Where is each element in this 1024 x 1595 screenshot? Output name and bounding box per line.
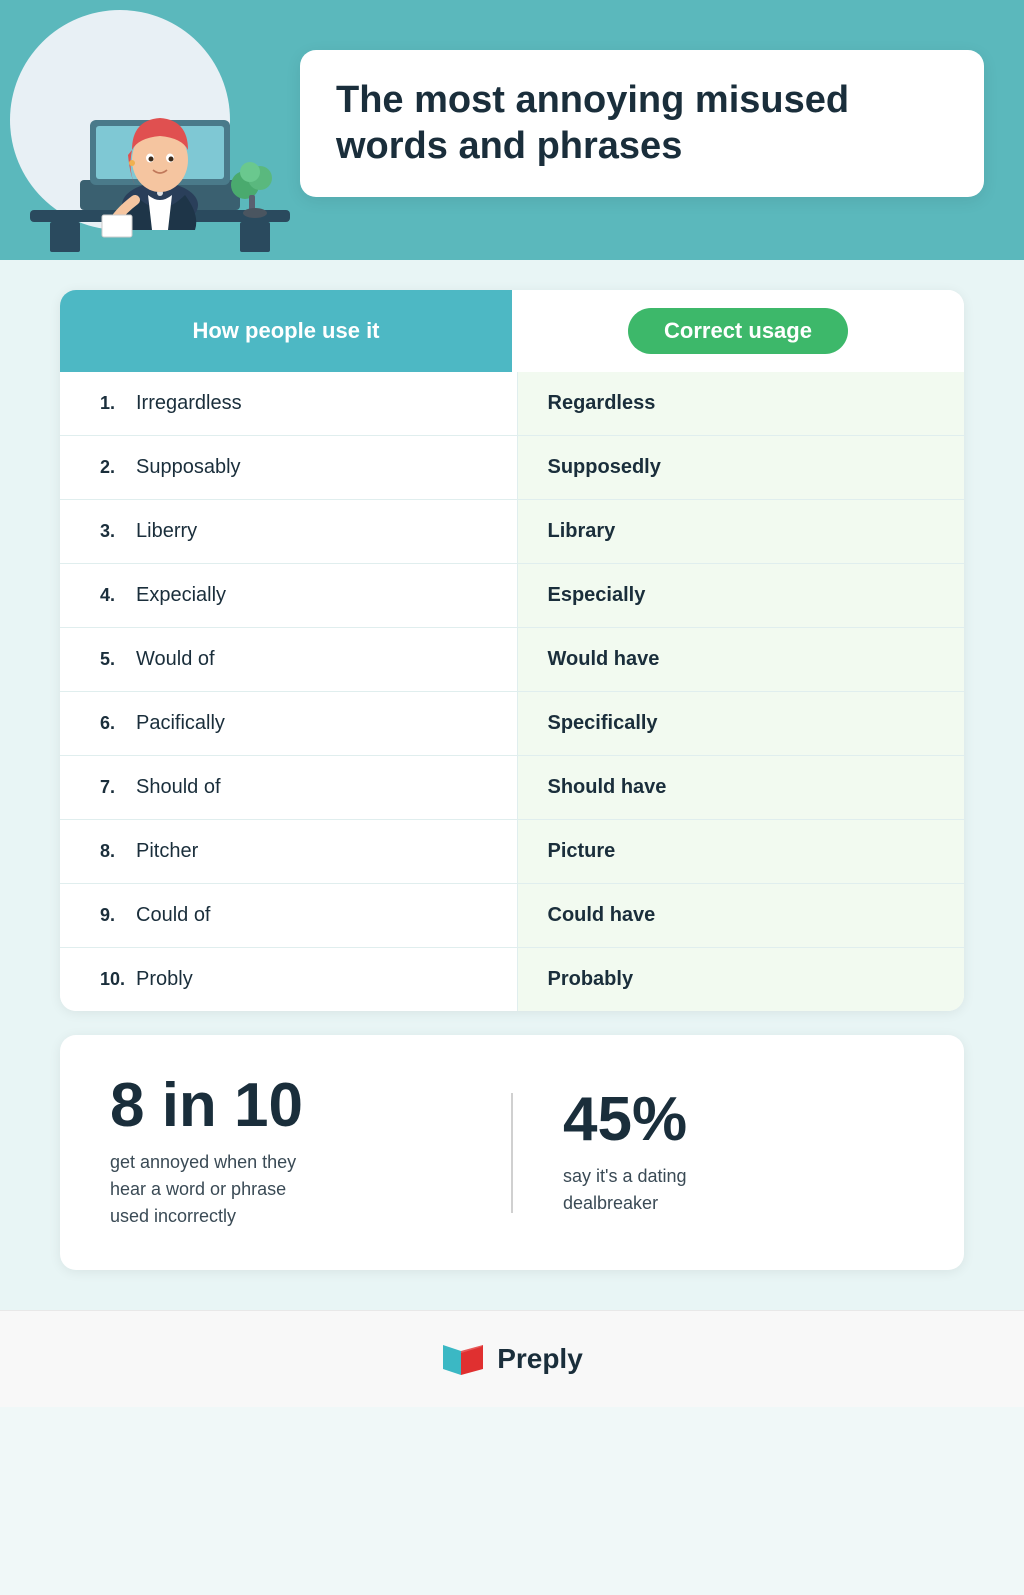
table-row: 7. Should of Should have — [60, 756, 964, 820]
correct-word-8: Could have — [548, 904, 656, 927]
cell-right-3: Especially — [518, 564, 965, 627]
main-content: How people use it Correct usage 1. Irreg… — [0, 260, 1024, 1310]
stat-block-1: 8 in 10 get annoyed when they hear a wor… — [60, 1035, 511, 1270]
row-number-9: 10. — [100, 969, 136, 990]
row-number-5: 6. — [100, 713, 136, 734]
page-title: The most annoying misused words and phra… — [336, 78, 948, 169]
cell-right-4: Would have — [518, 628, 965, 691]
row-number-0: 1. — [100, 393, 136, 414]
row-number-2: 3. — [100, 521, 136, 542]
cell-right-9: Probably — [518, 948, 965, 1011]
stat-2-desc: say it's a dating dealbreaker — [563, 1163, 783, 1217]
wrong-word-3: Expecially — [136, 584, 226, 607]
column-wrong-header: How people use it — [60, 290, 512, 372]
row-number-6: 7. — [100, 777, 136, 798]
header-illustration — [20, 30, 300, 260]
cell-wrong-8: 9. Could of — [60, 884, 518, 947]
table-row: 1. Irregardless Regardless — [60, 372, 964, 436]
cell-right-7: Picture — [518, 820, 965, 883]
correct-word-2: Library — [548, 520, 616, 543]
table-row: 4. Expecially Especially — [60, 564, 964, 628]
table-row: 10. Probly Probably — [60, 948, 964, 1011]
cell-right-2: Library — [518, 500, 965, 563]
table-card: How people use it Correct usage 1. Irreg… — [60, 290, 964, 1011]
cell-wrong-7: 8. Pitcher — [60, 820, 518, 883]
wrong-word-2: Liberry — [136, 520, 197, 543]
footer: Preply — [0, 1310, 1024, 1407]
cell-wrong-4: 5. Would of — [60, 628, 518, 691]
title-box: The most annoying misused words and phra… — [300, 50, 984, 197]
correct-word-1: Supposedly — [548, 456, 661, 479]
preply-icon — [441, 1341, 485, 1377]
cell-wrong-2: 3. Liberry — [60, 500, 518, 563]
correct-word-9: Probably — [548, 968, 634, 991]
wrong-word-6: Should of — [136, 776, 221, 799]
cell-right-5: Specifically — [518, 692, 965, 755]
correct-word-5: Specifically — [548, 712, 658, 735]
cell-right-1: Supposedly — [518, 436, 965, 499]
cell-wrong-1: 2. Supposably — [60, 436, 518, 499]
table-row: 5. Would of Would have — [60, 628, 964, 692]
table-row: 9. Could of Could have — [60, 884, 964, 948]
correct-word-0: Regardless — [548, 392, 656, 415]
row-number-3: 4. — [100, 585, 136, 606]
header-section: The most annoying misused words and phra… — [0, 0, 1024, 260]
row-number-8: 9. — [100, 905, 136, 926]
cell-right-6: Should have — [518, 756, 965, 819]
correct-word-7: Picture — [548, 840, 616, 863]
wrong-word-5: Pacifically — [136, 712, 225, 735]
wrong-word-4: Would of — [136, 648, 215, 671]
wrong-word-8: Could of — [136, 904, 211, 927]
correct-word-3: Especially — [548, 584, 646, 607]
brand-name: Preply — [497, 1343, 583, 1375]
correct-word-6: Should have — [548, 776, 667, 799]
stat-1-desc: get annoyed when they hear a word or phr… — [110, 1149, 330, 1230]
cell-wrong-3: 4. Expecially — [60, 564, 518, 627]
stat-1-number: 8 in 10 — [110, 1075, 461, 1137]
stat-2-number: 45% — [563, 1089, 914, 1151]
cell-wrong-9: 10. Probly — [60, 948, 518, 1011]
stats-card: 8 in 10 get annoyed when they hear a wor… — [60, 1035, 964, 1270]
cell-right-0: Regardless — [518, 372, 965, 435]
wrong-word-9: Probly — [136, 968, 193, 991]
row-number-1: 2. — [100, 457, 136, 478]
table-row: 6. Pacifically Specifically — [60, 692, 964, 756]
preply-logo: Preply — [441, 1341, 583, 1377]
wrong-word-7: Pitcher — [136, 840, 198, 863]
cell-right-8: Could have — [518, 884, 965, 947]
table-row: 2. Supposably Supposedly — [60, 436, 964, 500]
row-number-7: 8. — [100, 841, 136, 862]
table-header: How people use it Correct usage — [60, 290, 964, 372]
correct-word-4: Would have — [548, 648, 660, 671]
wrong-word-0: Irregardless — [136, 392, 242, 415]
table-row: 8. Pitcher Picture — [60, 820, 964, 884]
wrong-word-1: Supposably — [136, 456, 241, 479]
cell-wrong-0: 1. Irregardless — [60, 372, 518, 435]
word-list: 1. Irregardless Regardless 2. Supposably… — [60, 372, 964, 1011]
stat-block-2: 45% say it's a dating dealbreaker — [513, 1049, 964, 1257]
correct-usage-badge: Correct usage — [628, 308, 848, 354]
cell-wrong-5: 6. Pacifically — [60, 692, 518, 755]
table-row: 3. Liberry Library — [60, 500, 964, 564]
row-number-4: 5. — [100, 649, 136, 670]
column-right-header: Correct usage — [512, 290, 964, 372]
cell-wrong-6: 7. Should of — [60, 756, 518, 819]
